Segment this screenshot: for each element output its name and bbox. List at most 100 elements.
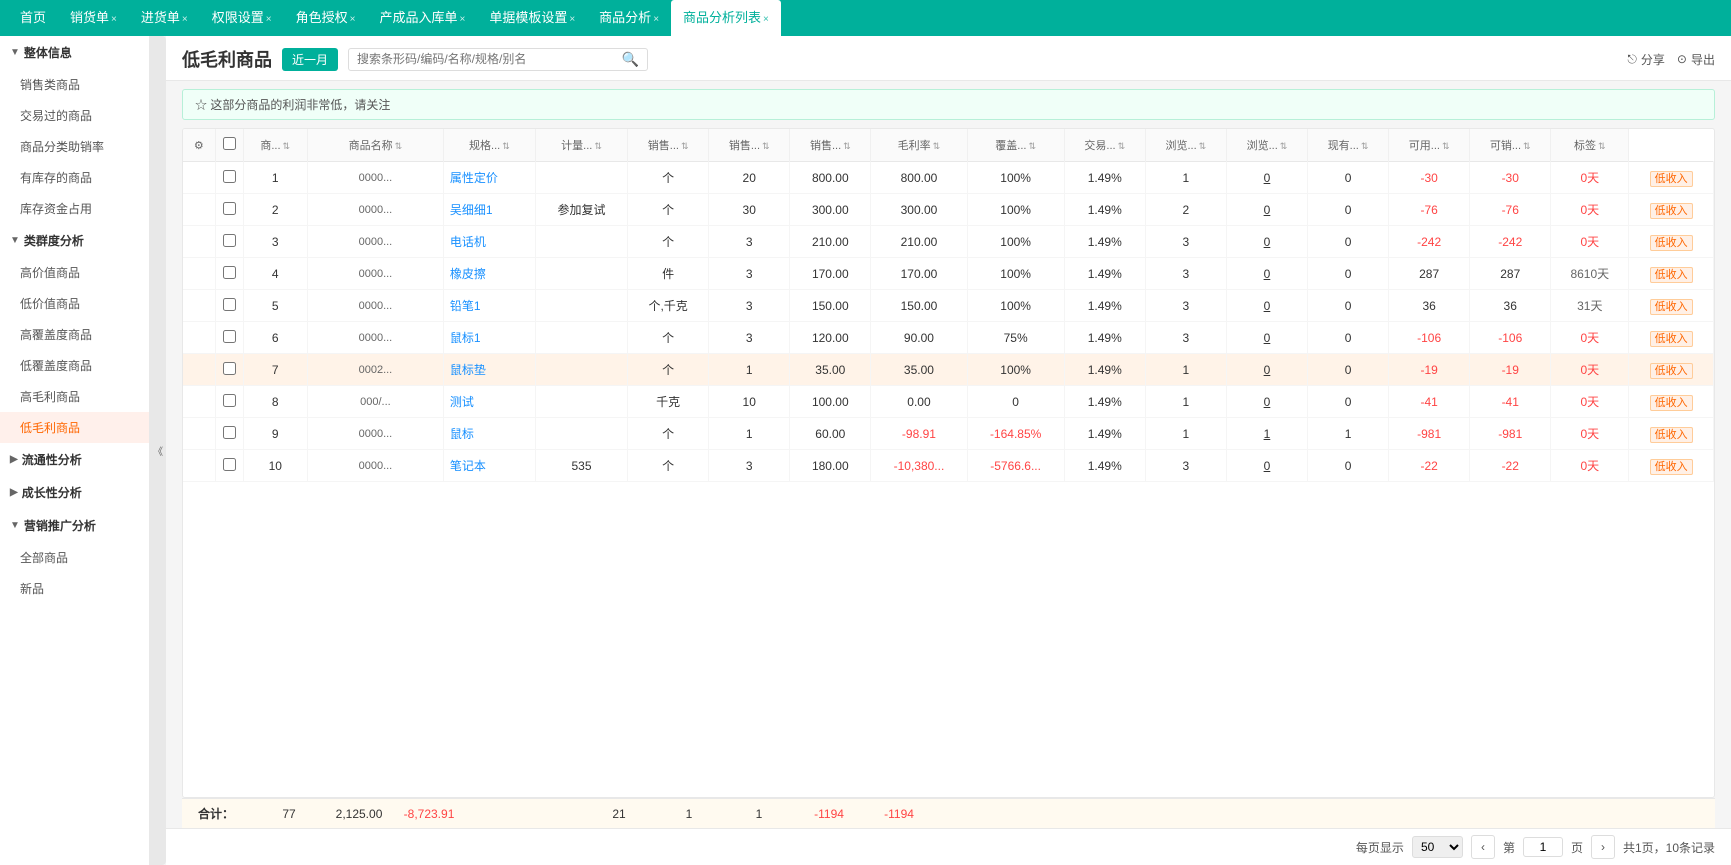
sidebar-collapse-button[interactable]: 《 — [150, 36, 166, 865]
col-sales-gross[interactable]: 销售...⇅ — [790, 129, 871, 162]
nav-close-purchase[interactable]: × — [182, 14, 188, 25]
row-select-checkbox[interactable] — [223, 298, 236, 311]
row-checkbox[interactable] — [215, 258, 243, 290]
row-checkbox[interactable] — [215, 418, 243, 450]
row-name[interactable]: 笔记本 — [443, 450, 535, 482]
col-available[interactable]: 可用...⇅ — [1389, 129, 1470, 162]
row-select-checkbox[interactable] — [223, 234, 236, 247]
nav-permission[interactable]: 权限设置× — [200, 0, 284, 36]
sidebar-group-growth[interactable]: ▶ 成长性分析 — [0, 476, 149, 509]
sidebar-item-high-margin[interactable]: 高毛利商品 — [0, 381, 149, 412]
nav-close-sales[interactable]: × — [111, 14, 117, 25]
sidebar-item-all-goods[interactable]: 全部商品 — [0, 542, 149, 573]
row-name[interactable]: 吴细细1 — [443, 194, 535, 226]
sidebar-item-stocked-goods[interactable]: 有库存的商品 — [0, 162, 149, 193]
row-checkbox[interactable] — [215, 226, 243, 258]
col-saleable[interactable]: 可销...⇅ — [1470, 129, 1551, 162]
nav-product-entry[interactable]: 产成品入库单× — [367, 0, 477, 36]
col-trade[interactable]: 交易...⇅ — [1064, 129, 1145, 162]
row-name[interactable]: 鼠标1 — [443, 322, 535, 354]
page-number-input[interactable] — [1523, 837, 1563, 857]
row-name[interactable]: 铅笔1 — [443, 290, 535, 322]
row-view1[interactable]: 0 — [1226, 226, 1307, 258]
col-sales-qty[interactable]: 销售...⇅ — [628, 129, 709, 162]
row-view1[interactable]: 1 — [1226, 418, 1307, 450]
row-select-checkbox[interactable] — [223, 458, 236, 471]
nav-close-role[interactable]: × — [350, 14, 356, 25]
row-name[interactable]: 属性定价 — [443, 162, 535, 194]
sidebar-group-cluster[interactable]: ▼ 类群度分析 — [0, 224, 149, 257]
sidebar-item-new-goods[interactable]: 新品 — [0, 573, 149, 604]
col-view2[interactable]: 浏览...⇅ — [1226, 129, 1307, 162]
row-name[interactable]: 鼠标垫 — [443, 354, 535, 386]
nav-analysis-list[interactable]: 商品分析列表× — [671, 0, 781, 36]
row-view1[interactable]: 0 — [1226, 386, 1307, 418]
sidebar-item-category-rate[interactable]: 商品分类助销率 — [0, 131, 149, 162]
sidebar-item-stock-capital[interactable]: 库存资金占用 — [0, 193, 149, 224]
sidebar-item-sales-goods[interactable]: 销售类商品 — [0, 69, 149, 100]
sidebar-item-low-margin[interactable]: 低毛利商品 — [0, 412, 149, 443]
col-spec[interactable]: 规格...⇅ — [443, 129, 535, 162]
nav-sales[interactable]: 销货单× — [58, 0, 129, 36]
row-checkbox[interactable] — [215, 290, 243, 322]
row-view1[interactable]: 0 — [1226, 322, 1307, 354]
col-coverage[interactable]: 覆盖...⇅ — [967, 129, 1064, 162]
col-code[interactable]: 商...⇅ — [243, 129, 307, 162]
row-select-checkbox[interactable] — [223, 330, 236, 343]
prev-page-button[interactable]: ‹ — [1471, 835, 1495, 859]
sidebar-group-circulation[interactable]: ▶ 流通性分析 — [0, 443, 149, 476]
next-page-button[interactable]: › — [1591, 835, 1615, 859]
row-select-checkbox[interactable] — [223, 362, 236, 375]
sidebar-item-low-value[interactable]: 低价值商品 — [0, 288, 149, 319]
col-sales-price[interactable]: 销售...⇅ — [709, 129, 790, 162]
row-select-checkbox[interactable] — [223, 202, 236, 215]
row-view1[interactable]: 0 — [1226, 258, 1307, 290]
nav-template[interactable]: 单据模板设置× — [477, 0, 587, 36]
row-select-checkbox[interactable] — [223, 426, 236, 439]
row-select-checkbox[interactable] — [223, 170, 236, 183]
row-view1[interactable]: 0 — [1226, 162, 1307, 194]
row-checkbox[interactable] — [215, 194, 243, 226]
col-view1[interactable]: 浏览...⇅ — [1145, 129, 1226, 162]
row-name[interactable]: 鼠标 — [443, 418, 535, 450]
row-select-checkbox[interactable] — [223, 266, 236, 279]
col-name[interactable]: 商品名称⇅ — [307, 129, 443, 162]
col-tag[interactable]: 标签⇅ — [1551, 129, 1629, 162]
row-checkbox[interactable] — [215, 322, 243, 354]
sidebar-item-low-coverage[interactable]: 低覆盖度商品 — [0, 350, 149, 381]
sidebar-item-high-value[interactable]: 高价值商品 — [0, 257, 149, 288]
row-name[interactable]: 橡皮擦 — [443, 258, 535, 290]
row-view1[interactable]: 0 — [1226, 354, 1307, 386]
row-checkbox[interactable] — [215, 386, 243, 418]
col-checkbox[interactable] — [215, 129, 243, 162]
row-name[interactable]: 电话机 — [443, 226, 535, 258]
col-unit[interactable]: 计量...⇅ — [535, 129, 627, 162]
row-checkbox[interactable] — [215, 354, 243, 386]
per-page-select[interactable]: 50 100 200 — [1412, 836, 1463, 858]
select-all-checkbox[interactable] — [223, 137, 236, 150]
filter-recent-month-button[interactable]: 近一月 — [282, 48, 338, 71]
row-view1[interactable]: 0 — [1226, 290, 1307, 322]
col-current-stock[interactable]: 现有...⇅ — [1308, 129, 1389, 162]
sidebar-item-high-coverage[interactable]: 高覆盖度商品 — [0, 319, 149, 350]
search-icon[interactable]: 🔍 — [622, 51, 639, 68]
nav-close-product-entry[interactable]: × — [459, 14, 465, 25]
sidebar-item-traded-goods[interactable]: 交易过的商品 — [0, 100, 149, 131]
row-view1[interactable]: 0 — [1226, 194, 1307, 226]
row-view1[interactable]: 0 — [1226, 450, 1307, 482]
nav-close-template[interactable]: × — [569, 14, 575, 25]
nav-close-permission[interactable]: × — [266, 14, 272, 25]
share-button[interactable]: ⎋ 分享 — [1627, 51, 1665, 68]
sidebar-group-marketing[interactable]: ▼ 营销推广分析 — [0, 509, 149, 542]
sidebar-group-overall[interactable]: ▼ 整体信息 — [0, 36, 149, 69]
col-settings[interactable]: ⚙ — [183, 129, 215, 162]
search-input[interactable] — [357, 52, 622, 66]
row-select-checkbox[interactable] — [223, 394, 236, 407]
col-gross-rate[interactable]: 毛利率⇅ — [871, 129, 967, 162]
row-name[interactable]: 测试 — [443, 386, 535, 418]
nav-home[interactable]: 首页 — [8, 0, 58, 36]
export-button[interactable]: ⊙ 导出 — [1677, 51, 1715, 68]
row-checkbox[interactable] — [215, 162, 243, 194]
row-checkbox[interactable] — [215, 450, 243, 482]
nav-close-analysis-list[interactable]: × — [763, 14, 769, 25]
